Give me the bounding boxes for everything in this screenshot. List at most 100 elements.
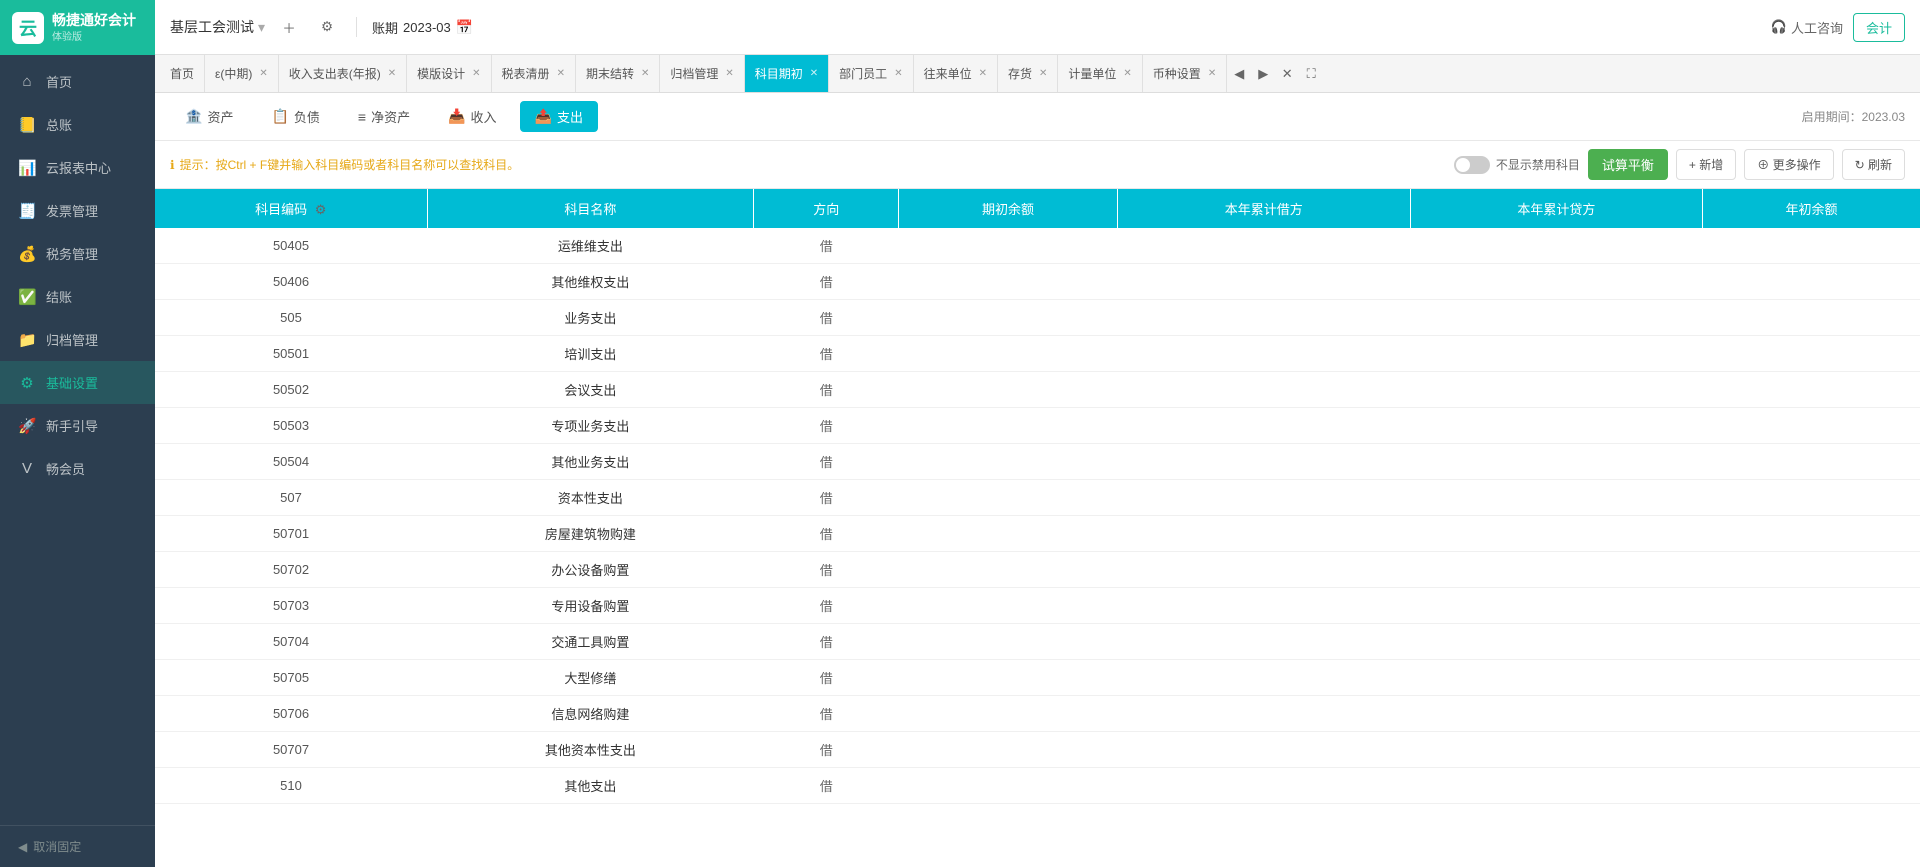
cell-opening-11[interactable] xyxy=(899,624,1118,660)
help-btn[interactable]: 🎧 人工咨询 xyxy=(1771,18,1843,37)
sub-tab-expense[interactable]: 📤支出 xyxy=(520,101,598,132)
tab-partner[interactable]: 往来单位✕ xyxy=(914,55,998,92)
project-name[interactable]: 基层工会测试 ▾ xyxy=(170,17,265,37)
cell-ytd-15[interactable] xyxy=(1703,768,1920,804)
cell-credit-10[interactable] xyxy=(1410,588,1703,624)
cell-credit-12[interactable] xyxy=(1410,660,1703,696)
tab-close-partner[interactable]: ✕ xyxy=(979,68,987,79)
tab-period_close[interactable]: 期末结转✕ xyxy=(576,55,660,92)
sidebar-item-archive[interactable]: 📁归档管理 xyxy=(0,318,155,361)
cell-ytd-6[interactable] xyxy=(1703,444,1920,480)
cell-opening-13[interactable] xyxy=(899,696,1118,732)
cell-opening-5[interactable] xyxy=(899,408,1118,444)
cell-debit-12[interactable] xyxy=(1117,660,1410,696)
cell-debit-13[interactable] xyxy=(1117,696,1410,732)
sidebar-collapse-btn[interactable]: ◀ 取消固定 xyxy=(0,825,155,867)
settings-icon-btn[interactable]: ⚙ xyxy=(313,13,341,41)
cell-opening-12[interactable] xyxy=(899,660,1118,696)
tab-tax_clear[interactable]: 税表清册✕ xyxy=(492,55,576,92)
cell-ytd-5[interactable] xyxy=(1703,408,1920,444)
sidebar-item-member[interactable]: V畅会员 xyxy=(0,447,155,490)
cell-ytd-12[interactable] xyxy=(1703,660,1920,696)
tab-inventory[interactable]: 存货✕ xyxy=(998,55,1058,92)
tab-close-subject_init[interactable]: ✕ xyxy=(810,68,818,79)
sidebar-item-guide[interactable]: 🚀新手引导 xyxy=(0,404,155,447)
sidebar-item-home[interactable]: ⌂首页 xyxy=(0,60,155,103)
cell-opening-3[interactable] xyxy=(899,336,1118,372)
tab-expand[interactable]: ⛶ xyxy=(1299,62,1323,86)
tab-close-template[interactable]: ✕ xyxy=(472,68,480,79)
tab-dept_staff[interactable]: 部门员工✕ xyxy=(829,55,913,92)
cell-ytd-10[interactable] xyxy=(1703,588,1920,624)
tab-income_year[interactable]: 收入支出表(年报)✕ xyxy=(279,55,407,92)
cell-ytd-13[interactable] xyxy=(1703,696,1920,732)
tab-home[interactable]: 首页 xyxy=(160,55,205,92)
sub-tab-income[interactable]: 📥收入 xyxy=(433,101,511,132)
cell-debit-15[interactable] xyxy=(1117,768,1410,804)
cell-debit-6[interactable] xyxy=(1117,444,1410,480)
tab-template[interactable]: 模版设计✕ xyxy=(407,55,491,92)
cell-credit-13[interactable] xyxy=(1410,696,1703,732)
sidebar-item-reports[interactable]: 📊云报表中心 xyxy=(0,146,155,189)
tab-nav-right[interactable]: ▶ xyxy=(1251,62,1275,86)
tab-archive_mgr[interactable]: 归档管理✕ xyxy=(660,55,744,92)
cell-credit-4[interactable] xyxy=(1410,372,1703,408)
disable-toggle[interactable] xyxy=(1454,156,1490,174)
cell-debit-9[interactable] xyxy=(1117,552,1410,588)
cell-debit-11[interactable] xyxy=(1117,624,1410,660)
cell-opening-15[interactable] xyxy=(899,768,1118,804)
cell-debit-3[interactable] xyxy=(1117,336,1410,372)
sidebar-item-tax[interactable]: 💰税务管理 xyxy=(0,232,155,275)
col-code-settings[interactable]: ⚙ xyxy=(315,202,327,217)
cell-opening-2[interactable] xyxy=(899,300,1118,336)
tab-close-inventory[interactable]: ✕ xyxy=(1039,68,1047,79)
tab-subject_init[interactable]: 科目期初✕ xyxy=(745,55,829,92)
cell-credit-2[interactable] xyxy=(1410,300,1703,336)
cell-debit-8[interactable] xyxy=(1117,516,1410,552)
cell-opening-8[interactable] xyxy=(899,516,1118,552)
cell-credit-15[interactable] xyxy=(1410,768,1703,804)
cell-ytd-7[interactable] xyxy=(1703,480,1920,516)
cell-opening-7[interactable] xyxy=(899,480,1118,516)
sub-tab-liability[interactable]: 📋负债 xyxy=(256,101,334,132)
cell-debit-0[interactable] xyxy=(1117,228,1410,264)
cell-debit-7[interactable] xyxy=(1117,480,1410,516)
cell-opening-1[interactable] xyxy=(899,264,1118,300)
tab-close-tax_clear[interactable]: ✕ xyxy=(557,68,565,79)
cell-credit-5[interactable] xyxy=(1410,408,1703,444)
tab-close-archive_mgr[interactable]: ✕ xyxy=(725,68,733,79)
cell-credit-8[interactable] xyxy=(1410,516,1703,552)
tab-close-period_close[interactable]: ✕ xyxy=(641,68,649,79)
calc-balance-btn[interactable]: 试算平衡 xyxy=(1588,149,1668,180)
sub-tab-asset[interactable]: 🏦资产 xyxy=(170,101,248,132)
cell-ytd-2[interactable] xyxy=(1703,300,1920,336)
cell-opening-4[interactable] xyxy=(899,372,1118,408)
cell-ytd-3[interactable] xyxy=(1703,336,1920,372)
cell-opening-14[interactable] xyxy=(899,732,1118,768)
cell-credit-1[interactable] xyxy=(1410,264,1703,300)
cell-credit-9[interactable] xyxy=(1410,552,1703,588)
cell-debit-10[interactable] xyxy=(1117,588,1410,624)
cell-ytd-1[interactable] xyxy=(1703,264,1920,300)
tab-close-currency[interactable]: ✕ xyxy=(1208,68,1216,79)
tab-close-dept_staff[interactable]: ✕ xyxy=(894,68,902,79)
cell-debit-2[interactable] xyxy=(1117,300,1410,336)
tab-close-all[interactable]: ✕ xyxy=(1275,62,1299,86)
refresh-btn[interactable]: ↻ 刷新 xyxy=(1842,149,1905,180)
cell-credit-7[interactable] xyxy=(1410,480,1703,516)
cell-credit-3[interactable] xyxy=(1410,336,1703,372)
add-btn[interactable]: + 新增 xyxy=(1676,149,1736,180)
cell-credit-6[interactable] xyxy=(1410,444,1703,480)
tab-balance_mid[interactable]: ε(中期)✕ xyxy=(205,55,279,92)
sidebar-item-ledger[interactable]: 📒总账 xyxy=(0,103,155,146)
tab-close-balance_mid[interactable]: ✕ xyxy=(259,68,267,79)
cell-opening-0[interactable] xyxy=(899,228,1118,264)
cell-debit-14[interactable] xyxy=(1117,732,1410,768)
tab-currency[interactable]: 币种设置✕ xyxy=(1143,55,1227,92)
tab-close-income_year[interactable]: ✕ xyxy=(388,68,396,79)
cell-debit-5[interactable] xyxy=(1117,408,1410,444)
cell-credit-11[interactable] xyxy=(1410,624,1703,660)
cell-credit-14[interactable] xyxy=(1410,732,1703,768)
sidebar-item-settings[interactable]: ⚙基础设置 xyxy=(0,361,155,404)
more-btn[interactable]: ⊕ 更多操作 xyxy=(1744,149,1833,180)
